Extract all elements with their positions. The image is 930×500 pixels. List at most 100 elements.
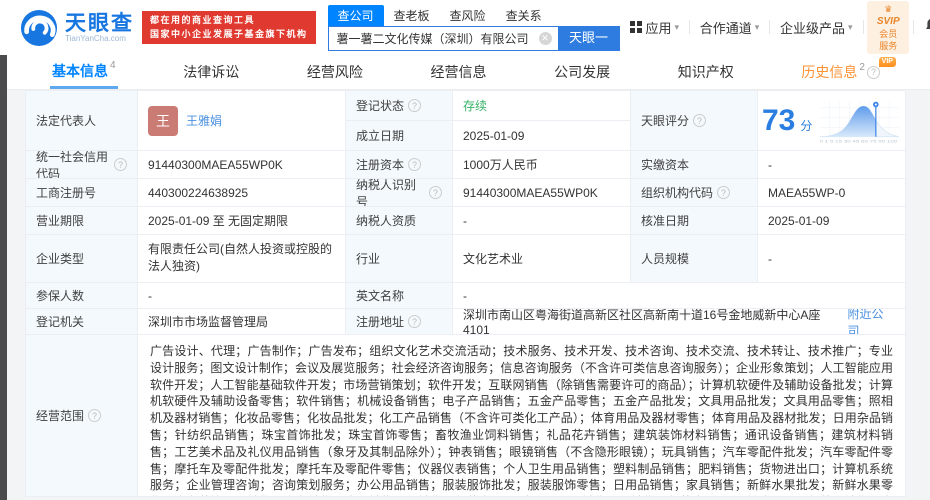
nearby-companies-link[interactable]: 附近公司 [847, 309, 895, 334]
value-text: MAEA55WP-0 [768, 185, 846, 200]
search-tabs: 查公司 查老板 查风险 查关系 [327, 4, 620, 26]
apps-grid-icon [629, 21, 635, 27]
svip-label: SVIP [876, 15, 900, 27]
field-label-staff-size: 人员规模 [631, 235, 758, 283]
field-value-org-code: MAEA55WP-0 [758, 179, 906, 207]
menu-cooperation-label: 合作通道 [699, 20, 752, 36]
basic-info-card: 法定代表人 王 王雅娟 登记状态 ? 存续 成立日期 2025-01-09 天眼… [25, 90, 906, 497]
field-value-reg-no: 440300224638925 [138, 179, 346, 207]
tab-legal[interactable]: 法律诉讼 [181, 55, 241, 89]
score-distribution-chart: 0 1 5 15 30 45 60 75 90 100 [820, 100, 900, 143]
divider [862, 20, 864, 35]
help-icon[interactable]: ? [866, 65, 880, 79]
tab-basic-label: 基本信息 [52, 62, 108, 79]
legal-rep-link[interactable]: 王雅娟 [186, 112, 222, 129]
value-text: - [148, 288, 152, 303]
value-text: 91440300MAEA55WP0K [463, 185, 598, 200]
status-badge: 存续 [463, 99, 488, 113]
label-text: 成立日期 [356, 129, 405, 143]
value-text: - [768, 251, 772, 266]
tab-history-count: 2 [859, 61, 865, 73]
menu-enterprise[interactable]: 企业级产品 ▾ [770, 18, 863, 37]
help-icon[interactable]: ? [88, 409, 102, 422]
top-header: 天眼查 TianYanCha.com 都在用的商业查询工具 国家中小企业发展子基… [0, 0, 930, 64]
field-label-english-name: 英文名称 [346, 283, 453, 309]
tab-development[interactable]: 公司发展 [552, 55, 612, 89]
label-text: 营业期限 [36, 214, 85, 228]
help-icon[interactable]: ? [408, 158, 422, 171]
legal-rep-avatar[interactable]: 王 [148, 105, 178, 136]
logo-eye-icon [20, 9, 58, 46]
field-label-address: 注册地址 ? [346, 309, 453, 335]
help-icon[interactable]: ? [693, 114, 707, 127]
field-value-term: 2025-01-09 至 无固定期限 [138, 207, 346, 235]
clear-icon[interactable]: ✕ [538, 31, 552, 45]
tab-risk[interactable]: 经营风险 [305, 55, 365, 89]
field-value-reg-status: 存续 [453, 91, 631, 121]
field-label-term: 营业期限 [26, 207, 138, 235]
search-tab-risk[interactable]: 查风险 [440, 5, 496, 26]
menu-apps[interactable]: 应用 ▾ [620, 18, 690, 37]
slogan-line2: 国家中小企业发展子基金旗下机构 [150, 28, 308, 39]
value-text: 440300224638925 [148, 185, 249, 200]
search-input[interactable] [327, 25, 558, 51]
field-value-company-type: 有限责任公司(自然人投资或控股的法人独资) [138, 235, 346, 283]
tab-development-label: 公司发展 [554, 64, 611, 80]
value-text: - [768, 157, 772, 172]
search-tab-company[interactable]: 查公司 [327, 4, 384, 26]
label-text: 参保人数 [36, 289, 85, 303]
score-axis-ticks: 0 1 5 15 30 45 60 75 90 100 [820, 139, 898, 143]
value-text: - [463, 213, 467, 228]
value-text: 文化艺术业 [463, 252, 524, 266]
chevron-down-icon: ▾ [674, 21, 680, 32]
chevron-down-icon: ▾ [847, 21, 853, 32]
top-menu: 应用 ▾ 合作通道 ▾ 企业级产品 ▾ ♛ SVIP 会员服务 此处... [620, 0, 930, 55]
field-value-industry: 文化艺术业 [453, 235, 631, 283]
tab-basic-count: 4 [110, 60, 116, 71]
field-value-staff-size: - [758, 235, 906, 283]
search-button[interactable]: 天眼一下 [557, 25, 620, 64]
tab-history[interactable]: 历史信息 2 ? VIP [799, 55, 896, 89]
label-text: 注册资本 [356, 158, 405, 172]
field-value-taxpayer-id: 91440300MAEA55WP0K [453, 179, 631, 207]
field-value-english-name: - [453, 283, 906, 309]
help-icon[interactable]: ? [114, 158, 127, 171]
left-edge-strip [0, 55, 7, 500]
value-text: 2025-01-09 至 无固定期限 [148, 214, 289, 228]
field-label-org-code: 组织机构代码 ? [631, 179, 758, 207]
svip-member-button[interactable]: ♛ SVIP 会员服务 [867, 0, 910, 55]
help-icon[interactable]: ? [429, 186, 442, 199]
value-text: 深圳市市场监督管理局 [148, 315, 269, 329]
tianyancha-logo[interactable]: 天眼查 TianYanCha.com [20, 9, 134, 47]
label-text: 统一社会信用代码 [36, 151, 109, 179]
search-tab-boss[interactable]: 查老板 [384, 5, 440, 26]
label-text: 行业 [356, 252, 381, 266]
help-icon[interactable]: ? [408, 99, 422, 112]
field-label-uscc: 统一社会信用代码 ? [26, 151, 138, 179]
menu-apps-label: 应用 [645, 20, 672, 36]
help-icon[interactable]: ? [408, 315, 422, 328]
field-value-reg-capital: 1000万人民币 [453, 151, 631, 179]
label-text: 法定代表人 [36, 114, 97, 128]
notifications-button[interactable] [914, 17, 930, 37]
label-text: 实缴资本 [641, 158, 690, 172]
menu-cooperation[interactable]: 合作通道 ▾ [690, 18, 770, 37]
label-text: 天眼评分 [641, 114, 690, 128]
label-text: 注册地址 [356, 315, 405, 329]
logo-text-en: TianYanCha.com [65, 33, 126, 43]
tianyancha-score[interactable]: 73 分 0 1 5 15 30 45 60 75 90 100 [758, 91, 906, 151]
field-value-est-date: 2025-01-09 [453, 121, 631, 151]
value-text: 1000万人民币 [463, 158, 538, 172]
field-value-uscc: 91440300MAEA55WP0K [138, 151, 346, 179]
field-label-taxpayer-id: 纳税人识别号 ? [346, 179, 453, 207]
tab-operation[interactable]: 经营信息 [428, 55, 488, 89]
tab-ip[interactable]: 知识产权 [676, 55, 736, 89]
value-text: 有限责任公司(自然人投资或控股的法人独资) [148, 242, 332, 273]
label-text: 登记机关 [36, 315, 85, 329]
tab-basic-info[interactable]: 基本信息 4 [50, 55, 118, 89]
help-icon[interactable]: ? [717, 186, 731, 199]
search-tab-relation[interactable]: 查关系 [496, 5, 552, 26]
tab-ip-label: 知识产权 [677, 64, 734, 80]
value-text: - [463, 288, 467, 303]
address-text: 深圳市南山区粤海街道高新区社区高新南十道16号金地威新中心A座4101 [463, 309, 821, 335]
